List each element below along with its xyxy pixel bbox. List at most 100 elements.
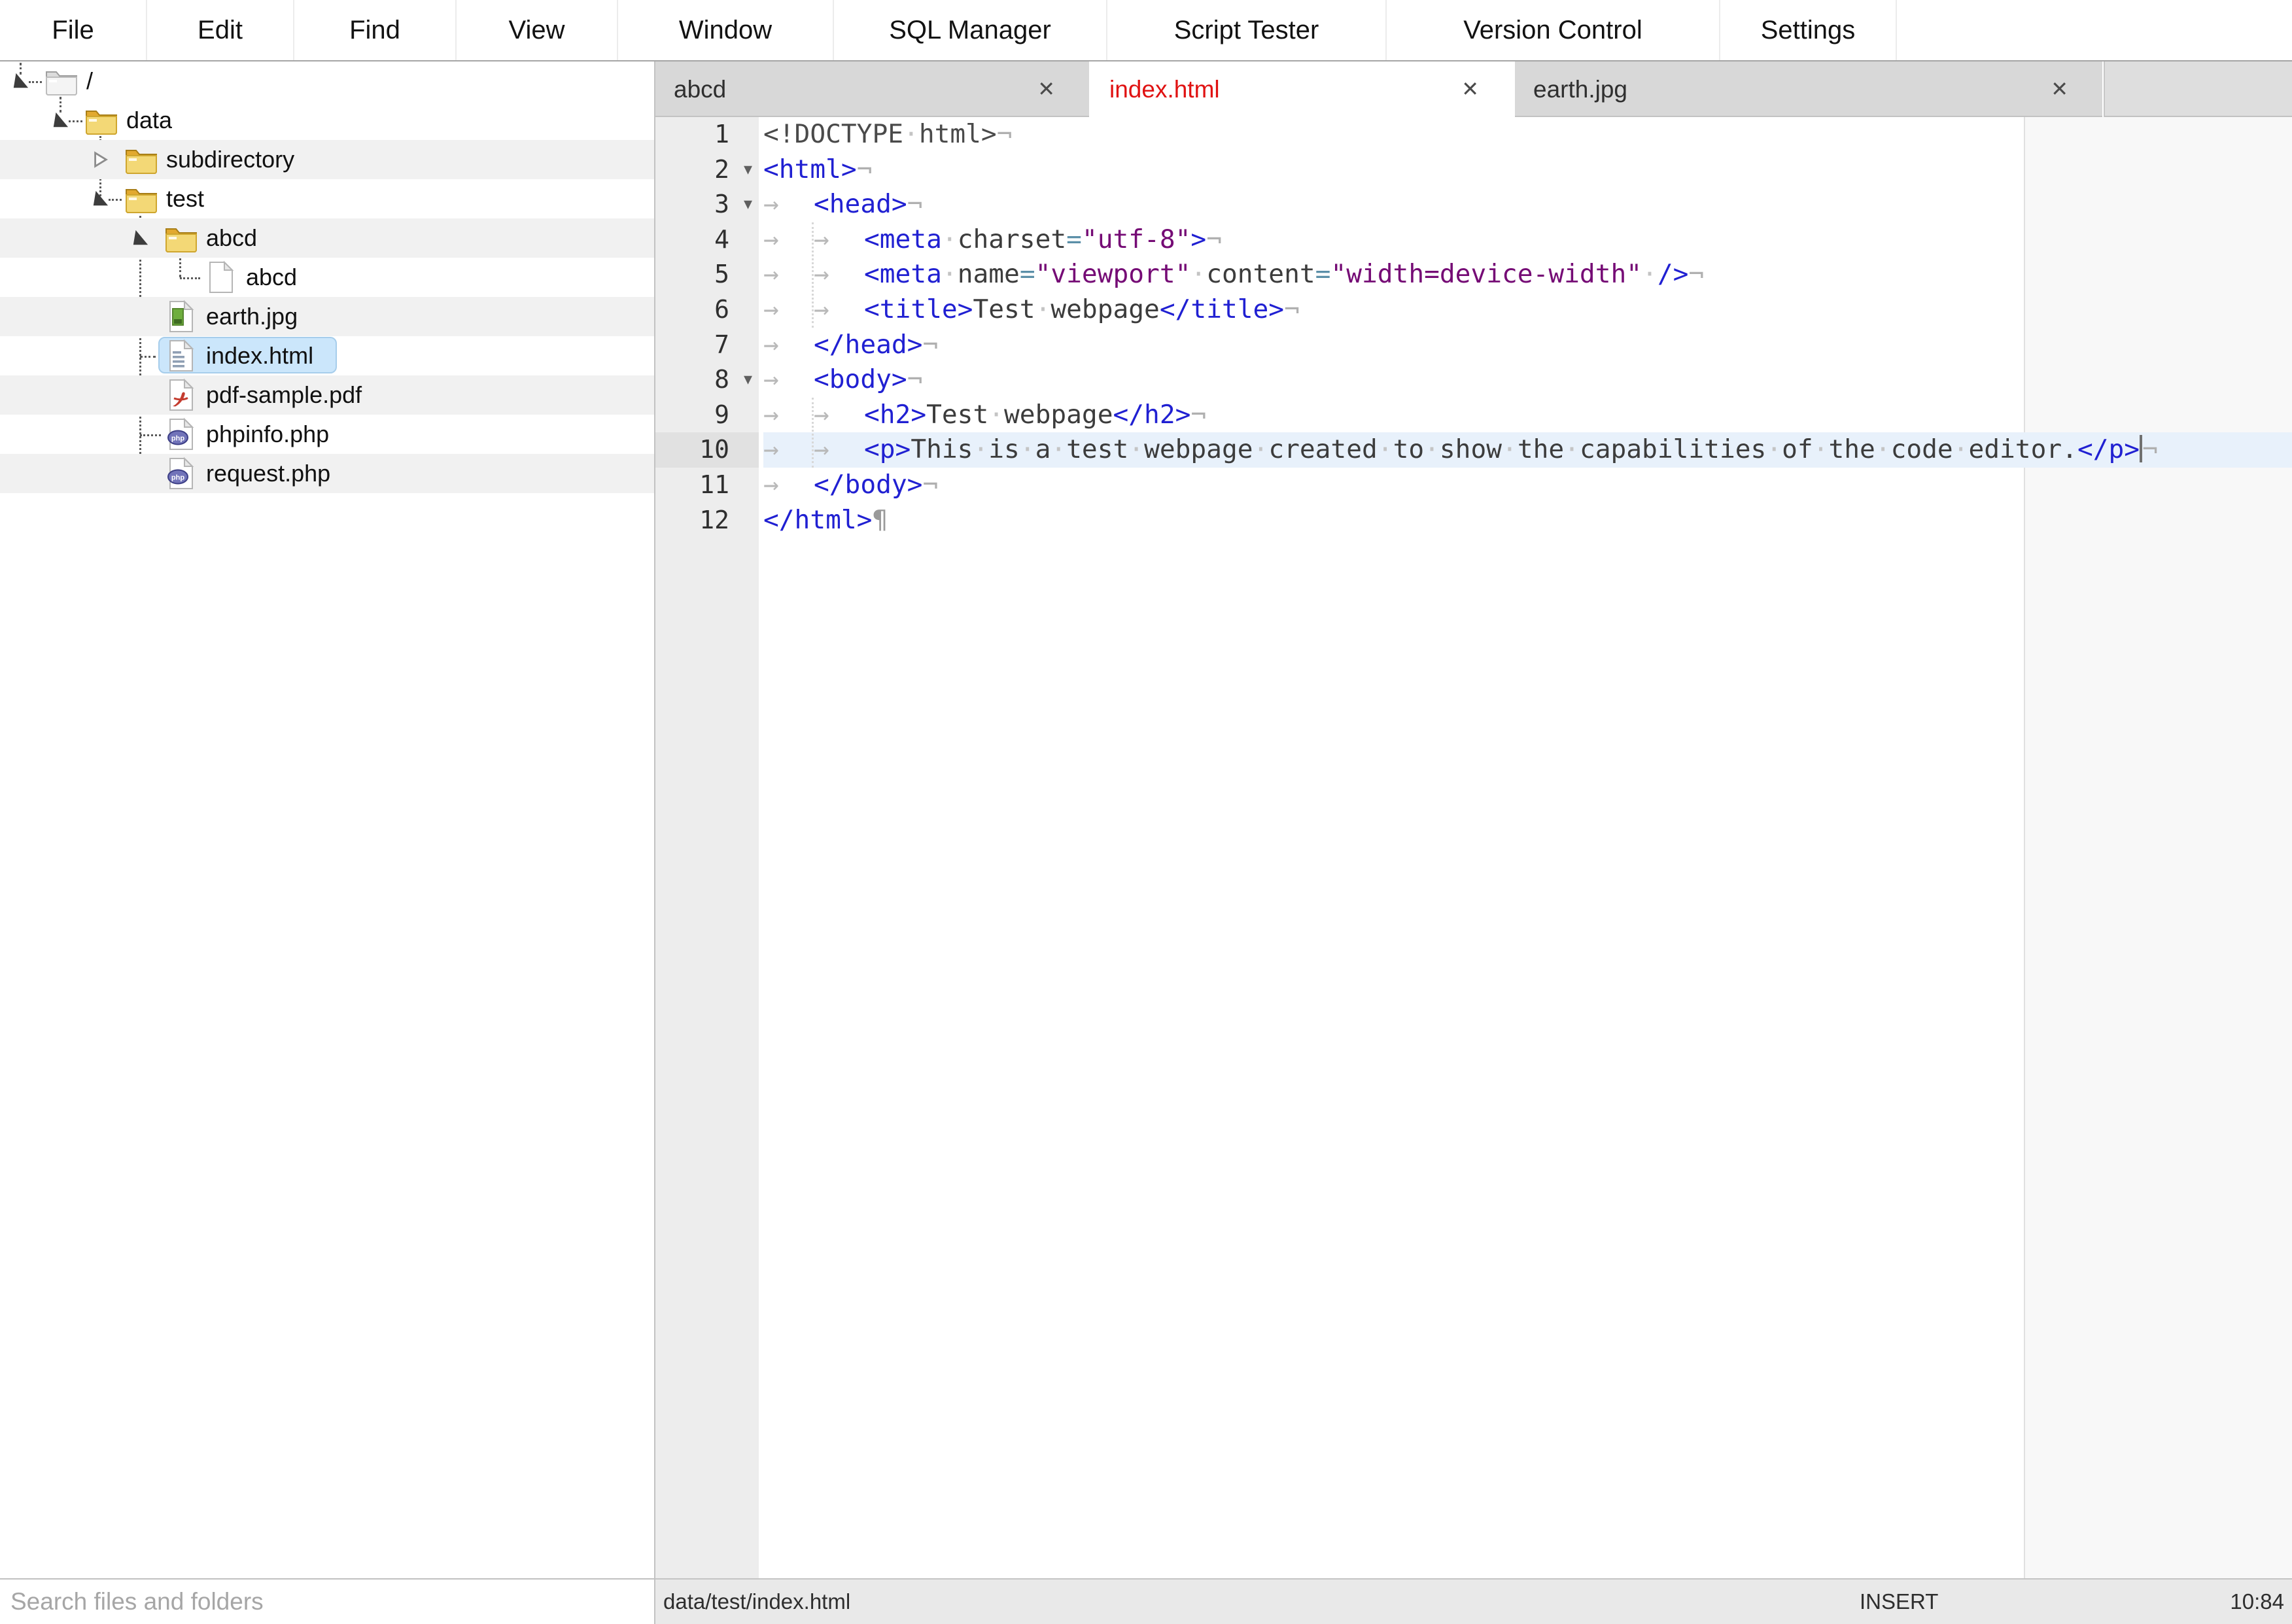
code-segment-eol: ¬ <box>1688 259 1704 289</box>
code-segment-dt: html> <box>919 119 997 149</box>
close-icon[interactable]: ✕ <box>1037 61 1055 117</box>
code-segment-ws: · <box>1050 434 1066 464</box>
menu-item-view[interactable]: View <box>457 0 618 60</box>
sidebar-search-area <box>0 1578 655 1624</box>
code-segment-tg: <title> <box>864 294 973 324</box>
tab-whitespace-mark: → <box>814 222 864 258</box>
tree-item-label: abcd <box>246 258 297 297</box>
line-number: 5 <box>655 257 759 292</box>
collapse-icon[interactable] <box>52 112 69 129</box>
code-line-10[interactable]: →→<p>This·is·a·test·webpage·created·to·s… <box>763 432 2292 468</box>
image-icon <box>164 300 198 334</box>
code-segment-tx: show <box>1440 434 1502 464</box>
menu-item-file[interactable]: File <box>0 0 147 60</box>
collapse-icon[interactable] <box>92 190 109 207</box>
tab-whitespace-mark: → <box>763 292 814 328</box>
menu-item-window[interactable]: Window <box>618 0 834 60</box>
code-segment-tx: webpage <box>1144 434 1253 464</box>
code-segment-eol: ¬ <box>997 119 1013 149</box>
tree-item-abcd-folder[interactable]: abcd <box>0 218 654 258</box>
expand-icon[interactable] <box>92 151 109 168</box>
fold-icon[interactable]: ▾ <box>744 187 752 222</box>
code-line-1[interactable]: <!DOCTYPE·html>¬ <box>763 117 2292 152</box>
line-number-gutter: 12▾3▾45678▾9101112 <box>655 117 759 1578</box>
code-line-7[interactable]: →</head>¬ <box>763 328 2292 363</box>
tab-whitespace-mark: → <box>763 328 814 363</box>
menu-item-script-tester[interactable]: Script Tester <box>1107 0 1387 60</box>
code-segment-tx: editor. <box>1968 434 2077 464</box>
code-segment-ws: · <box>988 400 1004 430</box>
menu-item-version-control[interactable]: Version Control <box>1387 0 1720 60</box>
line-number: 2▾ <box>655 152 759 188</box>
tab-label: index.html <box>1109 61 1220 117</box>
tree-item-label: data <box>126 101 172 140</box>
collapse-icon[interactable] <box>12 73 29 90</box>
code-line-8[interactable]: →<body>¬ <box>763 362 2292 398</box>
tab-abcd[interactable]: abcd✕ <box>655 61 1089 117</box>
code-segment-ws: · <box>1035 294 1051 324</box>
code-segment-ws: · <box>1253 434 1269 464</box>
tree-item-data-folder[interactable]: data <box>0 101 654 140</box>
code-segment-tx: webpage <box>1004 400 1113 430</box>
menu-item-sql-manager[interactable]: SQL Manager <box>834 0 1107 60</box>
menu-item-settings[interactable]: Settings <box>1720 0 1897 60</box>
folder-icon <box>164 221 198 255</box>
search-input[interactable] <box>9 1582 640 1621</box>
code-segment-ws: · <box>1502 434 1518 464</box>
menu-item-find[interactable]: Find <box>294 0 457 60</box>
code-line-3[interactable]: →<head>¬ <box>763 187 2292 222</box>
fold-icon[interactable]: ▾ <box>744 152 752 188</box>
tree-item-index-html-html[interactable]: index.html <box>0 336 654 375</box>
code-segment-eq: = <box>1315 259 1331 289</box>
code-segment-ws: · <box>942 259 958 289</box>
code-segment-ws: · <box>1642 259 1658 289</box>
tree-item-subdirectory-folder[interactable]: subdirectory <box>0 140 654 179</box>
tab-index-html[interactable]: index.html ✕ <box>1091 61 1513 117</box>
tree-item-request-php-php[interactable]: phprequest.php <box>0 454 654 493</box>
tree-item-pdf-sample-pdf-pdf[interactable]: pdf-sample.pdf <box>0 375 654 415</box>
tab-whitespace-mark: → <box>763 257 814 292</box>
code-line-5[interactable]: →→<meta·name="viewport"·content="width=d… <box>763 257 2292 292</box>
indent-guide <box>812 398 814 468</box>
code-line-2[interactable]: <html>¬ <box>763 152 2292 188</box>
code-editor[interactable]: 12▾3▾45678▾9101112 <!DOCTYPE·html>¬<html… <box>655 117 2292 1578</box>
code-lines[interactable]: <!DOCTYPE·html>¬<html>¬→<head>¬→→<meta·c… <box>759 117 2292 538</box>
tree-item-label: pdf-sample.pdf <box>206 375 362 415</box>
code-segment-eof: ¶ <box>872 505 888 535</box>
code-segment-ws: · <box>1564 434 1580 464</box>
code-segment-ws: · <box>973 434 988 464</box>
line-number: 4 <box>655 222 759 258</box>
tab-whitespace-mark: → <box>814 432 864 468</box>
root-icon <box>44 64 78 98</box>
code-line-6[interactable]: →→<title>Test·webpage</title>¬ <box>763 292 2292 328</box>
tab-whitespace-mark: → <box>763 362 814 398</box>
tree-item-test-folder[interactable]: test <box>0 179 654 218</box>
code-line-12[interactable]: </html>¶ <box>763 503 2292 538</box>
code-segment-eol: ¬ <box>922 470 938 500</box>
tree-item-abcd-file[interactable]: abcd <box>0 258 654 297</box>
menu-item-edit[interactable]: Edit <box>147 0 294 60</box>
tab-bar-filler <box>2104 61 2292 117</box>
code-segment-tx: a <box>1035 434 1051 464</box>
tree-item-label: subdirectory <box>166 140 294 179</box>
close-icon[interactable]: ✕ <box>1461 61 1479 117</box>
code-line-11[interactable]: →</body>¬ <box>763 468 2292 503</box>
tab-earth-jpg[interactable]: earth.jpg✕ <box>1515 61 2102 117</box>
tab-whitespace-mark: → <box>763 432 814 468</box>
fold-icon[interactable]: ▾ <box>744 362 752 398</box>
code-segment-tx: is <box>988 434 1020 464</box>
tab-whitespace-mark: → <box>763 468 814 503</box>
php-icon: php <box>164 457 198 491</box>
collapse-icon[interactable] <box>131 230 148 247</box>
tree-item-item-root[interactable]: / <box>0 61 654 101</box>
tree-item-earth-jpg-image[interactable]: earth.jpg <box>0 297 654 336</box>
close-icon[interactable]: ✕ <box>2051 61 2068 117</box>
tree-item-phpinfo-php-php[interactable]: phpphpinfo.php <box>0 415 654 454</box>
code-segment-ws: · <box>1020 434 1035 464</box>
status-file-path: data/test/index.html <box>663 1580 850 1624</box>
indent-guide <box>812 222 814 328</box>
code-line-9[interactable]: →→<h2>Test·webpage</h2>¬ <box>763 398 2292 433</box>
code-segment-ws: · <box>1875 434 1891 464</box>
code-segment-tg: </html> <box>763 505 872 535</box>
code-line-4[interactable]: →→<meta·charset="utf-8">¬ <box>763 222 2292 258</box>
